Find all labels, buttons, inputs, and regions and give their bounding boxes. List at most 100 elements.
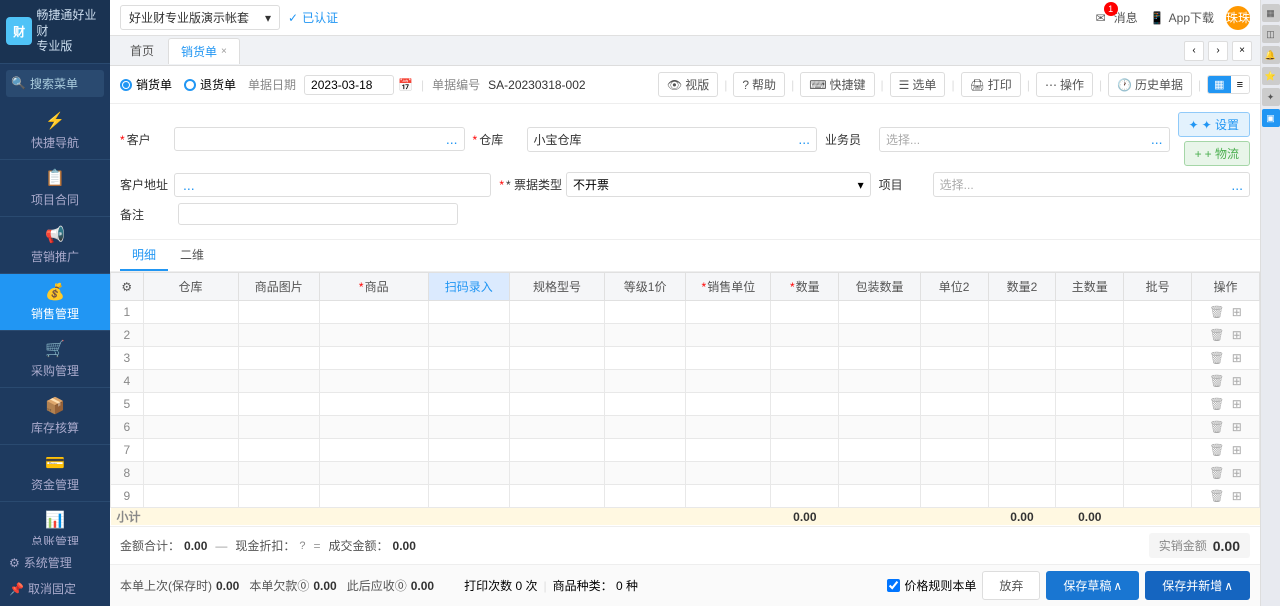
tab-2d[interactable]: 二维 [168,240,216,271]
sidebar-footer-settings[interactable]: ⚙ 系统管理 [6,551,104,574]
sidebar-item-marketing[interactable]: 📢 营销推广 [0,217,110,274]
toolbar-select-btn[interactable]: ☰ 选单 [890,72,946,97]
warehouse-input[interactable]: 小宝仓库 ... [527,127,818,152]
app-download-button[interactable]: 📱 App下载 [1150,9,1214,26]
tab-next-button[interactable]: › [1208,41,1228,61]
toolbar-print-btn[interactable]: 🖨 打印 [961,72,1021,97]
company-selector[interactable]: 好业财专业版演示帐套 ▾ [120,5,280,30]
project-icon: 📋 [45,168,65,188]
sidebar-item-sales[interactable]: 💰 销售管理 [0,274,110,331]
project-dots[interactable]: ... [1231,177,1243,193]
user-avatar[interactable]: 珠珠 [1226,6,1250,30]
right-panel-icon-1[interactable]: ▦ [1262,4,1280,22]
invoice-select[interactable]: 不开票 ▾ [566,172,871,197]
row-delete-icon[interactable]: 🗑 [1209,351,1224,365]
plus-icon: + [1195,147,1202,161]
row-copy-icon[interactable]: ⊞ [1232,420,1242,434]
sidebar-footer-pin[interactable]: 📌 取消固定 [6,577,104,600]
row-delete-icon[interactable]: 🗑 [1209,420,1224,434]
row-delete-icon[interactable]: 🗑 [1209,305,1224,319]
grid-view-button[interactable]: ▦ [1208,76,1230,93]
tab-sales-order[interactable]: 销货单 × [168,38,240,64]
row-copy-icon[interactable]: ⊞ [1232,443,1242,457]
row-number: 2 [111,324,144,347]
sidebar-item-finance[interactable]: 💳 资金管理 [0,445,110,502]
tab-home[interactable]: 首页 [118,38,166,63]
project-input[interactable]: 选择... ... [933,172,1250,197]
purchase-icon: 🛒 [45,339,65,359]
sidebar-item-project[interactable]: 📋 项目合同 [0,160,110,217]
calendar-icon[interactable]: 📅 [398,78,413,92]
price-rule-checkbox[interactable]: 价格规则本单 [887,577,976,594]
row-delete-icon[interactable]: 🗑 [1209,489,1224,503]
notes-label: 备注 [120,206,170,223]
col-scan-input[interactable]: 扫码录入 [428,273,509,301]
tab-detail[interactable]: 明细 [120,240,168,271]
toolbar-help-btn[interactable]: ? 帮助 [733,72,785,97]
radio-sales-order[interactable]: 销货单 [120,76,172,93]
right-panel-icon-4[interactable]: ⭐ [1262,67,1280,85]
settings-button[interactable]: ✦ ✦ 设置 [1178,112,1250,137]
row-copy-icon[interactable]: ⊞ [1232,305,1242,319]
subtotal-label: 小计 [111,508,239,526]
radio-return-order[interactable]: 退货单 [184,76,236,93]
toolbar-shortcut-btn[interactable]: ⌨ 快捷键 [800,72,874,97]
row-delete-icon[interactable]: 🗑 [1209,466,1224,480]
form-header: 销货单 退货单 单据日期 📅 | 单据编号 SA-20230318-002 [110,66,1260,104]
row-delete-icon[interactable]: 🗑 [1209,374,1224,388]
message-button[interactable]: ✉ 1 消息 [1096,9,1138,26]
address-dots[interactable]: ... [183,177,195,193]
sidebar-item-quick-nav[interactable]: ⚡ 快捷导航 [0,103,110,160]
help-icon[interactable]: ? [299,540,305,552]
right-panel-icon-5[interactable]: ✦ [1262,88,1280,106]
right-panel-icon-2[interactable]: ◫ [1262,25,1280,43]
row-number: 4 [111,370,144,393]
form-meta: 单据日期 📅 | 单据编号 SA-20230318-002 [248,75,586,95]
search-menu-button[interactable]: 🔍 搜索菜单 [6,70,104,97]
table-row: 5 🗑 ⊞ [111,393,1260,416]
right-panel-icon-3[interactable]: 🔔 [1262,46,1280,64]
row-delete-icon[interactable]: 🗑 [1209,397,1224,411]
toolbar-history-btn[interactable]: 🕐 历史单据 [1108,72,1192,97]
toolbar-view-btn[interactable]: 👁 视版 [658,72,718,97]
notes-input[interactable] [178,203,458,225]
salesperson-field-group: 业务员 选择... ... [825,127,1170,152]
form-row-2: 客户地址 ... * 票据类型 不开票 ▾ 项目 选择... [120,172,1250,197]
row-delete-icon[interactable]: 🗑 [1209,443,1224,457]
customer-dots[interactable]: ... [446,131,458,147]
print-count-stat: 打印次数 0 次 [464,577,537,594]
right-panel-icon-6[interactable]: ▣ [1262,109,1280,127]
row-delete-icon[interactable]: 🗑 [1209,328,1224,342]
price-rule-check[interactable] [887,579,900,592]
sidebar-item-purchase[interactable]: 🛒 采购管理 [0,331,110,388]
realize-label: 实销金额 [1159,537,1207,554]
save-draft-button[interactable]: 保存草稿 ∧ [1046,571,1139,600]
warehouse-dots[interactable]: ... [798,131,810,147]
salesperson-input[interactable]: 选择... ... [879,127,1170,152]
customer-input[interactable]: ... [174,127,465,151]
row-copy-icon[interactable]: ⊞ [1232,351,1242,365]
row-copy-icon[interactable]: ⊞ [1232,328,1242,342]
tab-close-icon[interactable]: × [221,46,227,57]
tab-prev-button[interactable]: ‹ [1184,41,1204,61]
save-new-dropdown-icon: ∧ [1224,579,1233,593]
save-new-button[interactable]: 保存并新增 ∧ [1145,571,1250,600]
date-input[interactable] [304,75,394,95]
tab-close-button[interactable]: × [1232,41,1252,61]
sidebar-nav: ⚡ 快捷导航 📋 项目合同 📢 营销推广 💰 销售管理 🛒 采购管理 📦 库存核… [0,103,110,545]
row-copy-icon[interactable]: ⊞ [1232,374,1242,388]
toolbar-operation-btn[interactable]: ⋯ 操作 [1036,72,1093,97]
address-input[interactable]: ... [174,173,491,197]
sidebar-item-inventory[interactable]: 📦 库存核算 [0,388,110,445]
customer-label: 客户 [120,131,170,148]
list-view-button[interactable]: ≡ [1231,76,1249,93]
abandon-button[interactable]: 放弃 [982,571,1040,600]
sidebar-item-account[interactable]: 📊 总账管理 [0,502,110,545]
salesperson-dots[interactable]: ... [1151,131,1163,147]
row-copy-icon[interactable]: ⊞ [1232,466,1242,480]
logistics-button[interactable]: + + 物流 [1184,141,1250,166]
col-settings[interactable]: ⚙ [111,273,144,301]
row-copy-icon[interactable]: ⊞ [1232,489,1242,503]
footer-center: 打印次数 0 次 | 商品种类： 0 种 [464,577,638,594]
row-copy-icon[interactable]: ⊞ [1232,397,1242,411]
